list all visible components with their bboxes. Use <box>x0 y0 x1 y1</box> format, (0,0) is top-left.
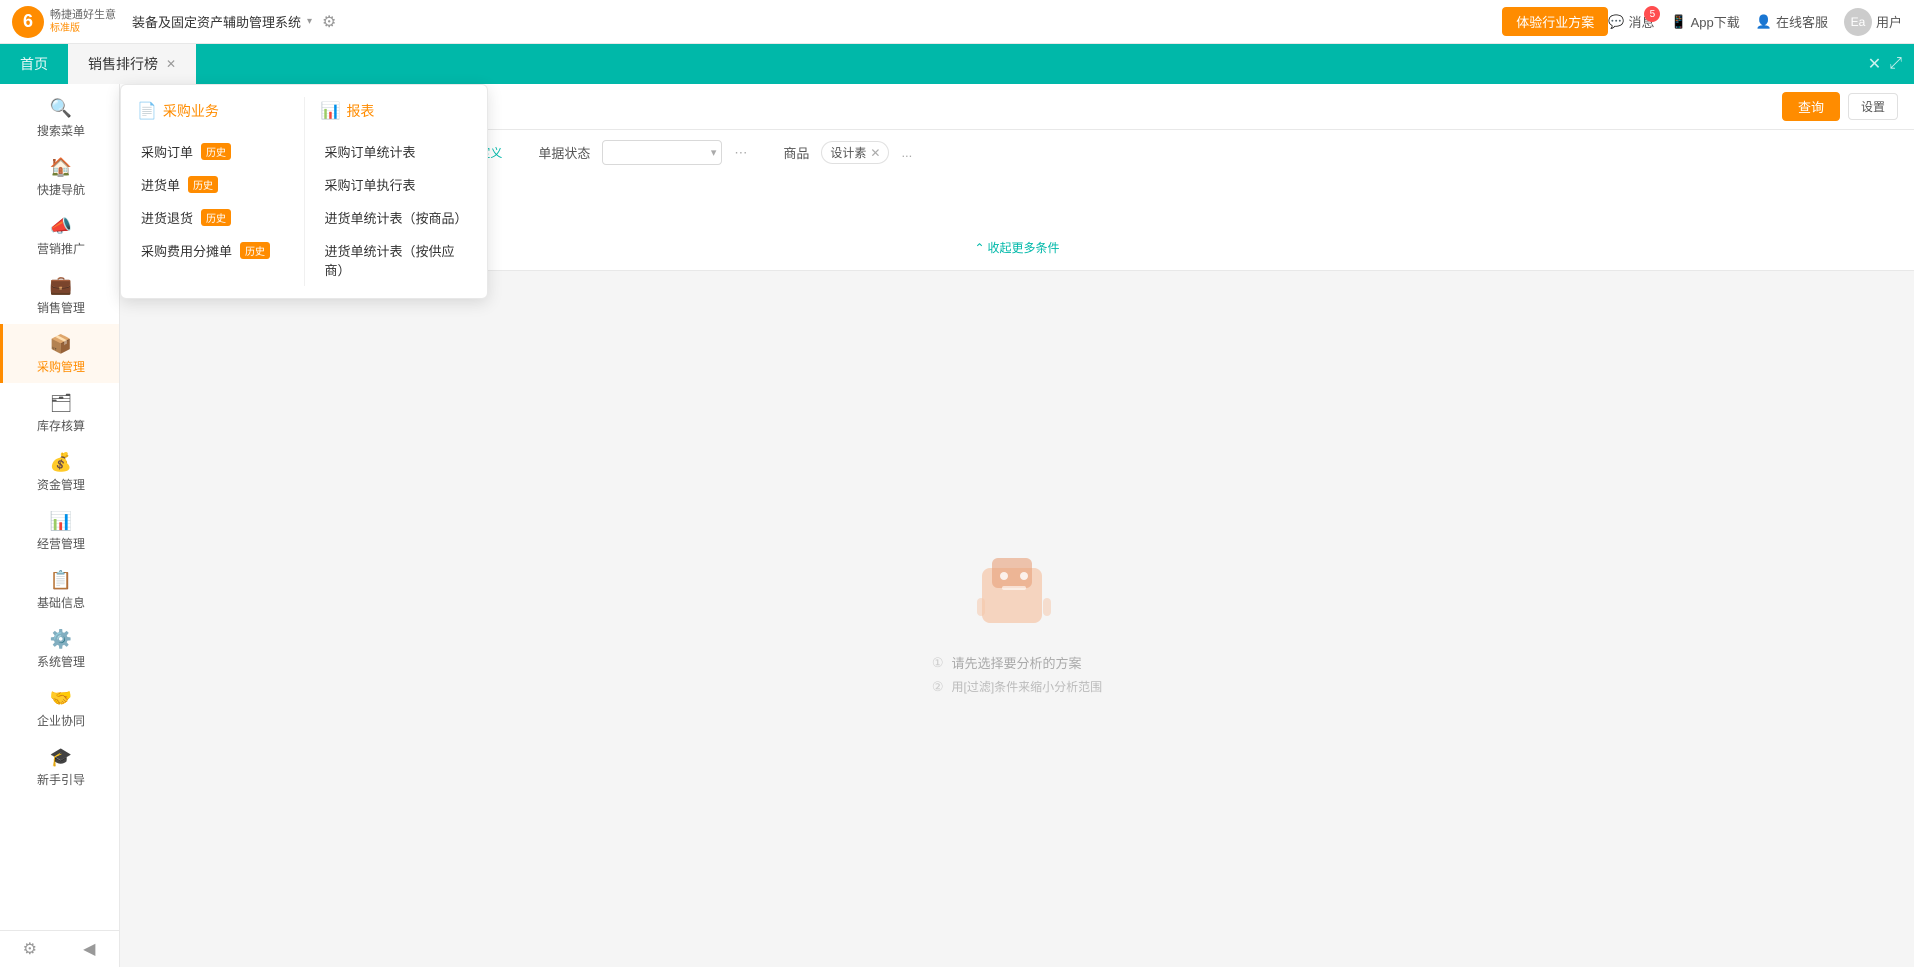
logo-area: 6 畅捷通好生意 标准版 <box>12 6 132 38</box>
sidebar-item-operation[interactable]: 📊 经营管理 <box>0 501 119 560</box>
settings-icon[interactable]: ⚙ <box>322 12 336 32</box>
tab-home[interactable]: 首页 <box>0 44 68 84</box>
tab-bar-right: ✕ ⤢ <box>1868 54 1914 74</box>
return-goods-item[interactable]: 进货退货 历史 <box>137 201 288 234</box>
voucher-status-select-wrap <box>602 140 722 165</box>
system-icon: ⚙️ <box>50 629 72 650</box>
message-badge: 5 <box>1644 6 1660 22</box>
purchase-expense-hist-badge: 历史 <box>240 242 270 259</box>
product-tag-close-icon[interactable]: ✕ <box>870 146 880 160</box>
incoming-stats-product-item[interactable]: 进货单统计表（按商品） <box>321 201 472 234</box>
report-section-icon: 📊 <box>321 101 341 121</box>
collapse-button[interactable]: ⌃ 收起更多条件 <box>974 239 1059 256</box>
system-title-text: 装备及固定资产辅助管理系统 <box>132 12 301 31</box>
return-goods-hist-badge: 历史 <box>201 209 231 226</box>
voucher-status-label: 单据状态 <box>538 143 590 162</box>
voucher-status-dots: ⋯ <box>734 145 747 161</box>
sidebar-item-marketing[interactable]: 📣 营销推广 <box>0 206 119 265</box>
sidebar-item-inventory[interactable]: 🗂 库存核算 <box>0 383 119 442</box>
incoming-order-hist-badge: 历史 <box>188 176 218 193</box>
empty-hint-1: ① 请先选择要分析的方案 <box>932 653 1082 672</box>
basic-icon: 📋 <box>50 570 72 591</box>
purchase-section-icon: 📄 <box>137 101 157 121</box>
sidebar-item-enterprise[interactable]: 🤝 企业协同 <box>0 678 119 737</box>
sidebar-item-basic[interactable]: 📋 基础信息 <box>0 560 119 619</box>
sidebar-item-quick-nav[interactable]: 🏠 快捷导航 <box>0 147 119 206</box>
sales-icon: 💼 <box>50 275 72 296</box>
report-section: 📊 报表 采购订单统计表 采购订单执行表 进货单统计表（按商品） 进货单统计表（… <box>304 97 488 286</box>
purchase-order-item[interactable]: 采购订单 历史 <box>137 135 288 168</box>
incoming-order-item[interactable]: 进货单 历史 <box>137 168 288 201</box>
settings-small-button[interactable]: 设置 <box>1848 93 1898 120</box>
marketing-icon: 📣 <box>50 216 72 237</box>
logo-icon: 6 <box>12 6 44 38</box>
sidebar-item-finance[interactable]: 💰 资金管理 <box>0 442 119 501</box>
product-more-dots[interactable]: ... <box>901 145 912 160</box>
purchase-order-stats-item[interactable]: 采购订单统计表 <box>321 135 472 168</box>
user-nav-item[interactable]: Ea 用户 <box>1844 8 1902 36</box>
empty-state: ① 请先选择要分析的方案 ② 用[过滤]条件来缩小分析范围 <box>120 271 1914 967</box>
tab-bar: 首页 销售排行榜 ✕ ✕ ⤢ <box>0 44 1914 84</box>
sidebar: 🔍 搜索菜单 🏠 快捷导航 📣 营销推广 💼 销售管理 📦 采购管理 🗂 库存核… <box>0 84 120 967</box>
service-icon: 👤 <box>1756 14 1772 30</box>
report-section-title: 📊 报表 <box>321 97 472 125</box>
sidebar-settings-btn[interactable]: ⚙ <box>0 939 60 959</box>
system-title: 装备及固定资产辅助管理系统 ▾ ⚙ <box>132 12 1490 32</box>
message-icon: 💬 <box>1608 14 1624 30</box>
purchase-order-hist-badge: 历史 <box>201 143 231 160</box>
home-icon: 🏠 <box>50 157 72 178</box>
enterprise-icon: 🤝 <box>50 688 72 709</box>
guide-icon: 🎓 <box>50 747 72 768</box>
product-label: 商品 <box>783 143 809 162</box>
collapse-icon: ⌃ <box>974 241 984 255</box>
empty-hint-2: ② 用[过滤]条件来缩小分析范围 <box>932 678 1102 695</box>
purchase-section-title: 📄 采购业务 <box>137 97 288 125</box>
top-bar: 6 畅捷通好生意 标准版 装备及固定资产辅助管理系统 ▾ ⚙ 体验行业方案 💬 … <box>0 0 1914 44</box>
trial-button[interactable]: 体验行业方案 <box>1502 7 1608 36</box>
sidebar-collapse-btn[interactable]: ◀ <box>60 939 120 959</box>
sidebar-bottom: ⚙ ◀ <box>0 930 119 967</box>
tab-maximize-icon[interactable]: ⤢ <box>1889 55 1902 73</box>
sidebar-item-guide[interactable]: 🎓 新手引导 <box>0 737 119 796</box>
avatar: Ea <box>1844 8 1872 36</box>
sidebar-item-search[interactable]: 🔍 搜索菜单 <box>0 88 119 147</box>
incoming-stats-supplier-item[interactable]: 进货单统计表（按供应商） <box>321 234 472 286</box>
message-nav-item[interactable]: 💬 消息 5 <box>1608 12 1654 31</box>
purchase-section: 📄 采购业务 采购订单 历史 进货单 历史 进货退货 历史 采购费用分摊单 历史 <box>121 97 304 286</box>
product-tag: 设计素 ✕ <box>821 141 889 164</box>
system-dropdown-icon[interactable]: ▾ <box>307 16 312 27</box>
inventory-icon: 🗂 <box>50 393 73 414</box>
tab-sales-ranking[interactable]: 销售排行榜 ✕ <box>68 44 196 84</box>
sidebar-item-purchase[interactable]: 📦 采购管理 <box>0 324 119 383</box>
operation-icon: 📊 <box>50 511 72 532</box>
app-nav-item[interactable]: 📱 App下载 <box>1670 12 1739 31</box>
top-right-nav: 💬 消息 5 📱 App下载 👤 在线客服 Ea 用户 <box>1608 8 1902 36</box>
sidebar-item-sales[interactable]: 💼 销售管理 <box>0 265 119 324</box>
dropdown-menu: 📄 采购业务 采购订单 历史 进货单 历史 进货退货 历史 采购费用分摊单 历史… <box>120 84 488 299</box>
sidebar-item-system[interactable]: ⚙️ 系统管理 <box>0 619 119 678</box>
purchase-icon: 📦 <box>50 334 72 355</box>
empty-illustration <box>972 548 1062 638</box>
query-button[interactable]: 查询 <box>1782 92 1840 121</box>
tab-close-icon[interactable]: ✕ <box>166 57 176 71</box>
purchase-order-exec-item[interactable]: 采购订单执行表 <box>321 168 472 201</box>
logo-text: 畅捷通好生意 标准版 <box>50 8 116 35</box>
service-nav-item[interactable]: 👤 在线客服 <box>1756 12 1828 31</box>
search-icon: 🔍 <box>50 98 72 119</box>
phone-icon: 📱 <box>1670 14 1686 30</box>
finance-icon: 💰 <box>50 452 72 473</box>
voucher-status-select[interactable] <box>602 140 722 165</box>
purchase-expense-item[interactable]: 采购费用分摊单 历史 <box>137 234 288 267</box>
tab-close-window-icon[interactable]: ✕ <box>1868 54 1881 74</box>
